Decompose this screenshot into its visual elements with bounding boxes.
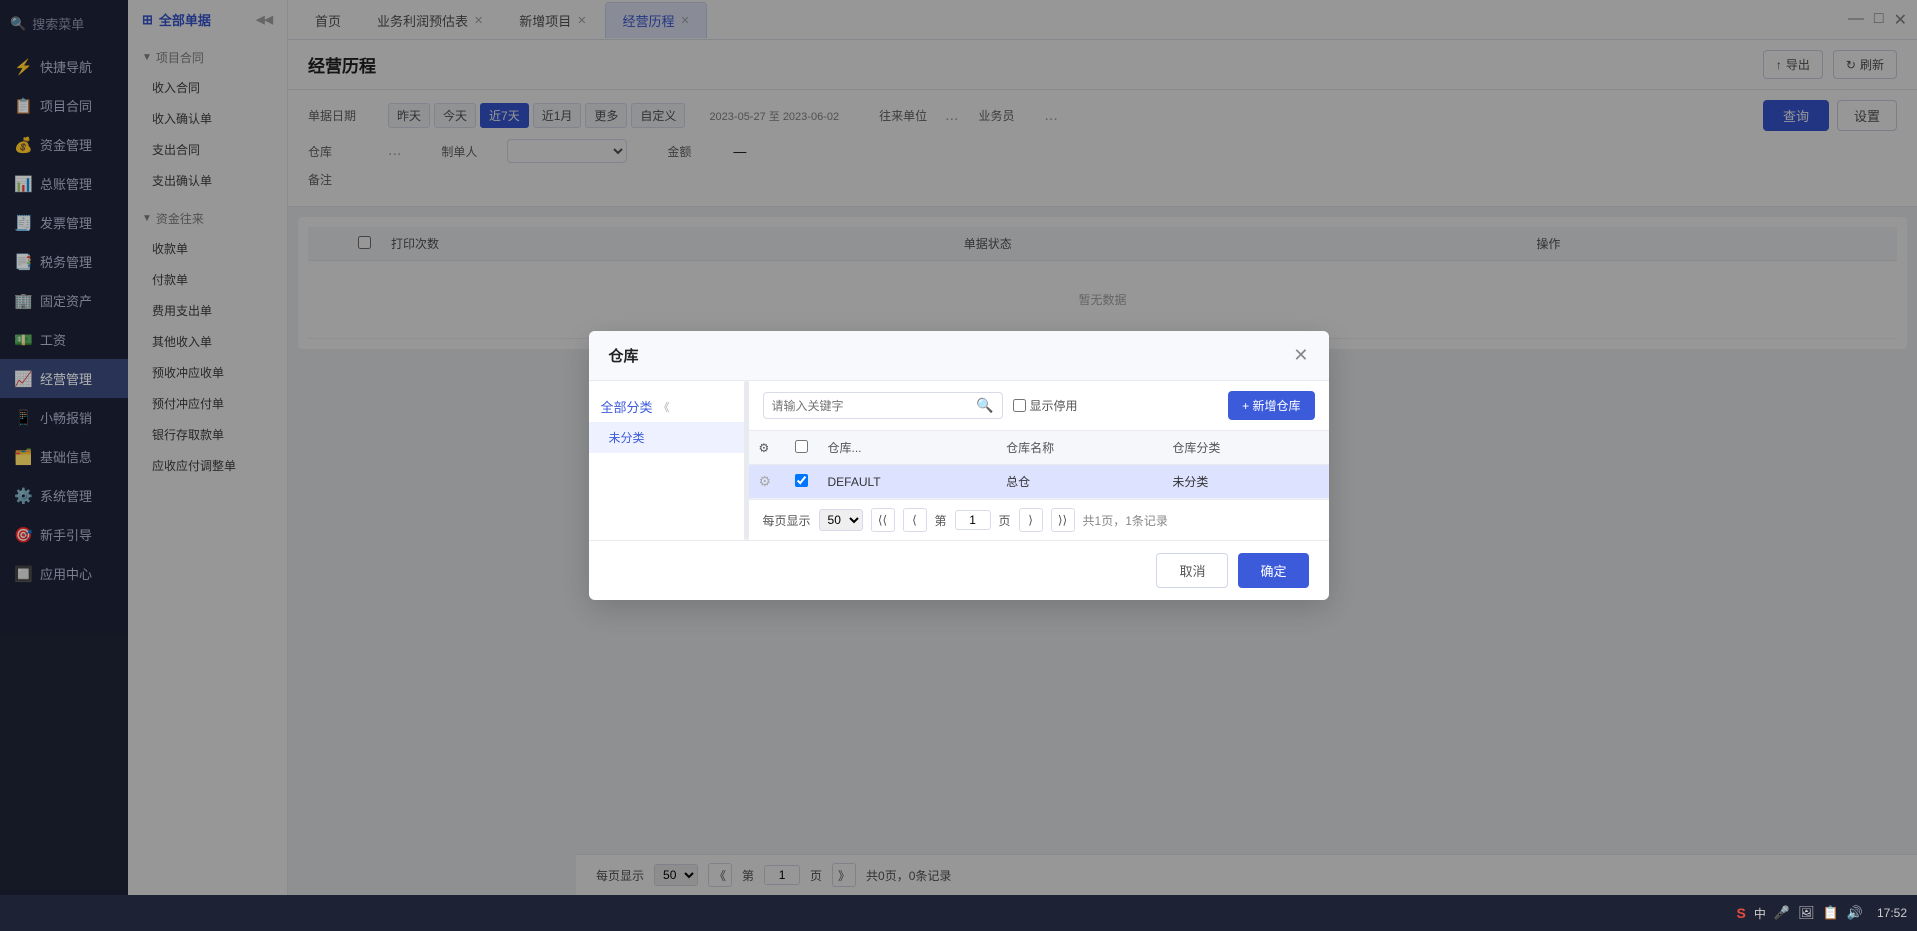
taskbar-mic-icon[interactable]: 🎤 bbox=[1774, 905, 1790, 921]
th-modal-category: 仓库分类 bbox=[1162, 431, 1328, 465]
category-panel: 全部分类 《 未分类 bbox=[589, 381, 749, 540]
row-checkbox[interactable] bbox=[795, 474, 808, 487]
row-name: 总仓 bbox=[996, 465, 1162, 499]
modal-title: 仓库 bbox=[609, 345, 639, 366]
modal-page-size-label: 每页显示 bbox=[763, 512, 811, 529]
taskbar-logo: S bbox=[1737, 905, 1746, 921]
modal-total-info: 共1页，1条记录 bbox=[1083, 512, 1168, 529]
add-warehouse-button[interactable]: + 新增仓库 bbox=[1228, 391, 1314, 420]
taskbar-img-icon[interactable]: 🖼 bbox=[1798, 905, 1815, 921]
warehouse-modal: 仓库 ✕ 全部分类 《 未分类 🔍 bbox=[589, 331, 1329, 600]
modal-page-suffix: 页 bbox=[999, 512, 1011, 529]
th-modal-check bbox=[785, 431, 818, 465]
show-disabled-checkbox[interactable] bbox=[1013, 399, 1026, 412]
modal-first-button[interactable]: ⟨⟨ bbox=[871, 508, 895, 532]
row-check bbox=[785, 465, 818, 499]
table-panel: 🔍 显示停用 + 新增仓库 ⚙ bbox=[749, 381, 1329, 540]
modal-table-toolbar: 🔍 显示停用 + 新增仓库 bbox=[749, 381, 1329, 431]
th-modal-name: 仓库名称 bbox=[996, 431, 1162, 465]
modal-page-input[interactable] bbox=[955, 510, 991, 530]
modal-footer: 取消 确定 bbox=[589, 540, 1329, 600]
modal-close-button[interactable]: ✕ bbox=[1293, 345, 1308, 366]
category-all-label: 全部分类 bbox=[601, 397, 653, 416]
modal-table-row[interactable]: ⚙ DEFAULT 总仓 未分类 bbox=[749, 465, 1329, 499]
show-disabled-label: 显示停用 bbox=[1013, 397, 1078, 414]
modal-table-wrapper: ⚙ 仓库... 仓库名称 仓库分类 bbox=[749, 431, 1329, 499]
modal-page-label: 第 bbox=[935, 512, 947, 529]
th-modal-gear: ⚙ bbox=[749, 431, 785, 465]
cancel-button[interactable]: 取消 bbox=[1156, 553, 1228, 588]
taskbar-volume-icon[interactable]: 🔊 bbox=[1847, 905, 1863, 921]
category-item-未分类[interactable]: 未分类 bbox=[589, 422, 748, 453]
modal-table: ⚙ 仓库... 仓库名称 仓库分类 bbox=[749, 431, 1329, 499]
th-modal-code: 仓库... bbox=[818, 431, 997, 465]
search-input[interactable] bbox=[772, 399, 977, 413]
category-scrollbar bbox=[744, 381, 748, 540]
category-collapse-icon[interactable]: 《 bbox=[659, 399, 670, 415]
modal-next-button[interactable]: ⟩ bbox=[1019, 508, 1043, 532]
search-box: 🔍 bbox=[763, 392, 1003, 419]
taskbar-ime-icon[interactable]: 中 bbox=[1754, 905, 1766, 922]
modal-header: 仓库 ✕ bbox=[589, 331, 1329, 381]
modal-page-size-select[interactable]: 50 bbox=[819, 509, 863, 531]
row-gear: ⚙ bbox=[749, 465, 785, 499]
modal-prev-button[interactable]: ⟨ bbox=[903, 508, 927, 532]
search-icon: 🔍 bbox=[976, 397, 993, 414]
modal-body: 全部分类 《 未分类 🔍 显示停用 bbox=[589, 381, 1329, 540]
row-gear-btn[interactable]: ⚙ bbox=[759, 473, 772, 490]
modal-pagination: 每页显示 50 ⟨⟨ ⟨ 第 页 ⟩ ⟩⟩ 共1页，1条记录 bbox=[749, 499, 1329, 540]
taskbar-clipboard-icon[interactable]: 📋 bbox=[1823, 905, 1839, 921]
taskbar-time: 17:52 bbox=[1877, 906, 1907, 920]
taskbar: S 中 🎤 🖼 📋 🔊 17:52 bbox=[0, 895, 1917, 931]
row-code: DEFAULT bbox=[818, 465, 997, 499]
category-items: 未分类 bbox=[589, 422, 748, 453]
row-category: 未分类 bbox=[1162, 465, 1328, 499]
modal-table-body: ⚙ DEFAULT 总仓 未分类 bbox=[749, 465, 1329, 499]
modal-last-button[interactable]: ⟩⟩ bbox=[1051, 508, 1075, 532]
modal-select-all[interactable] bbox=[795, 440, 808, 453]
category-all[interactable]: 全部分类 《 bbox=[589, 391, 748, 422]
modal-table-header: ⚙ 仓库... 仓库名称 仓库分类 bbox=[749, 431, 1329, 465]
confirm-button[interactable]: 确定 bbox=[1238, 553, 1308, 588]
modal-overlay: 仓库 ✕ 全部分类 《 未分类 🔍 bbox=[0, 0, 1917, 931]
